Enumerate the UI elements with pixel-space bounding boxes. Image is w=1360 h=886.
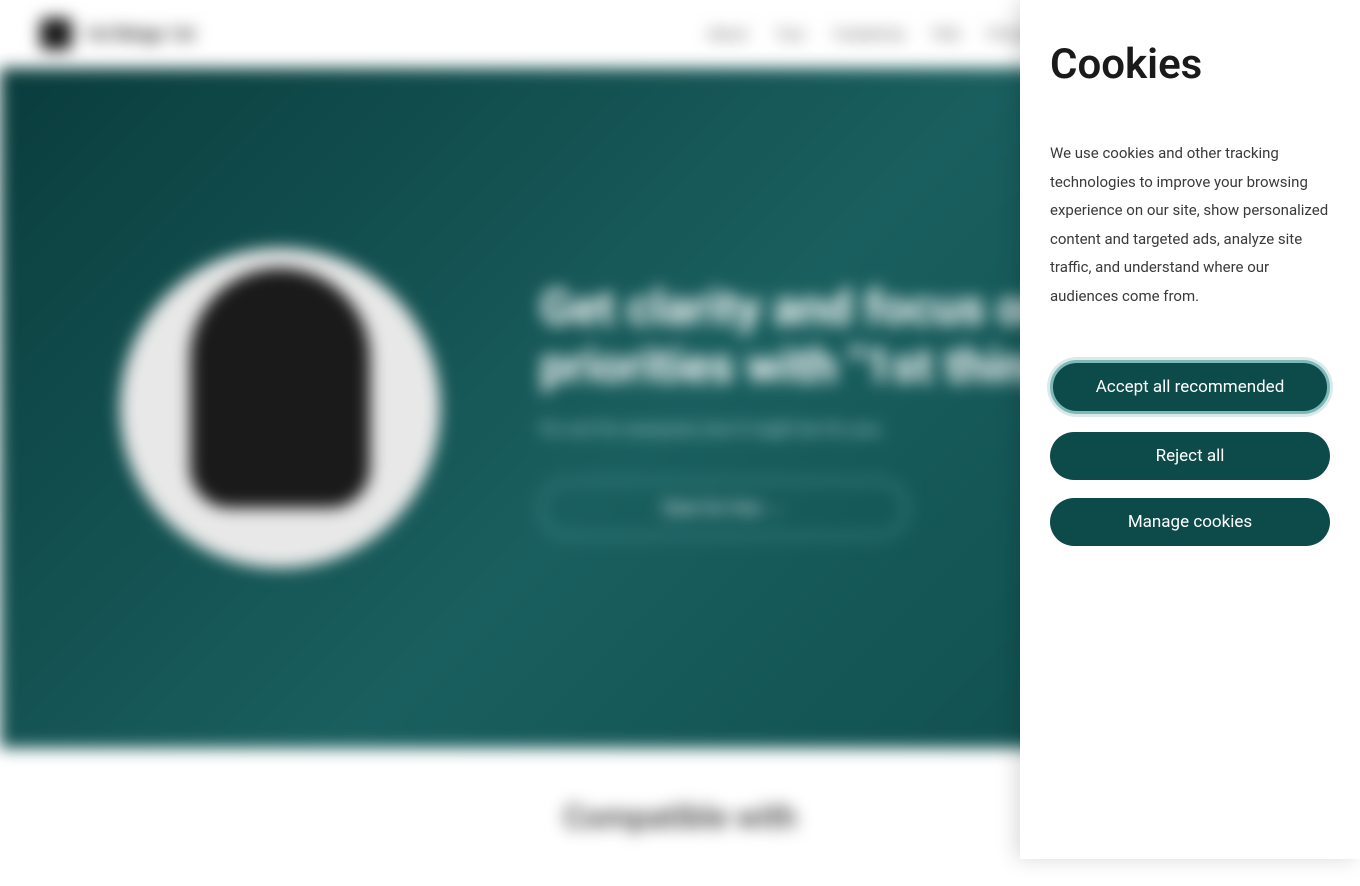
nav-about[interactable]: About [707,25,747,43]
hero-illustration-container [80,248,480,568]
reject-cookies-button[interactable]: Reject all [1050,432,1330,480]
cookie-button-group: Accept all recommended Reject all Manage… [1050,360,1330,546]
start-free-button[interactable]: Start for free → [540,480,907,537]
cookie-panel-description: We use cookies and other tracking techno… [1050,139,1330,310]
nav-faq[interactable]: FAQ [933,25,960,43]
logo-text: 1st things 1st [84,24,194,45]
logo-section[interactable]: 1st things 1st [40,18,194,50]
accept-cookies-button[interactable]: Accept all recommended [1050,360,1330,414]
cookie-panel-title: Cookies [1050,40,1330,89]
cookie-consent-panel: Cookies We use cookies and other trackin… [1020,0,1360,859]
nav-tour[interactable]: Tour [775,25,805,43]
person-illustration-icon [120,248,440,568]
manage-cookies-button[interactable]: Manage cookies [1050,498,1330,546]
nav-created-by[interactable]: Created by [834,25,905,43]
logo-icon [40,18,72,50]
